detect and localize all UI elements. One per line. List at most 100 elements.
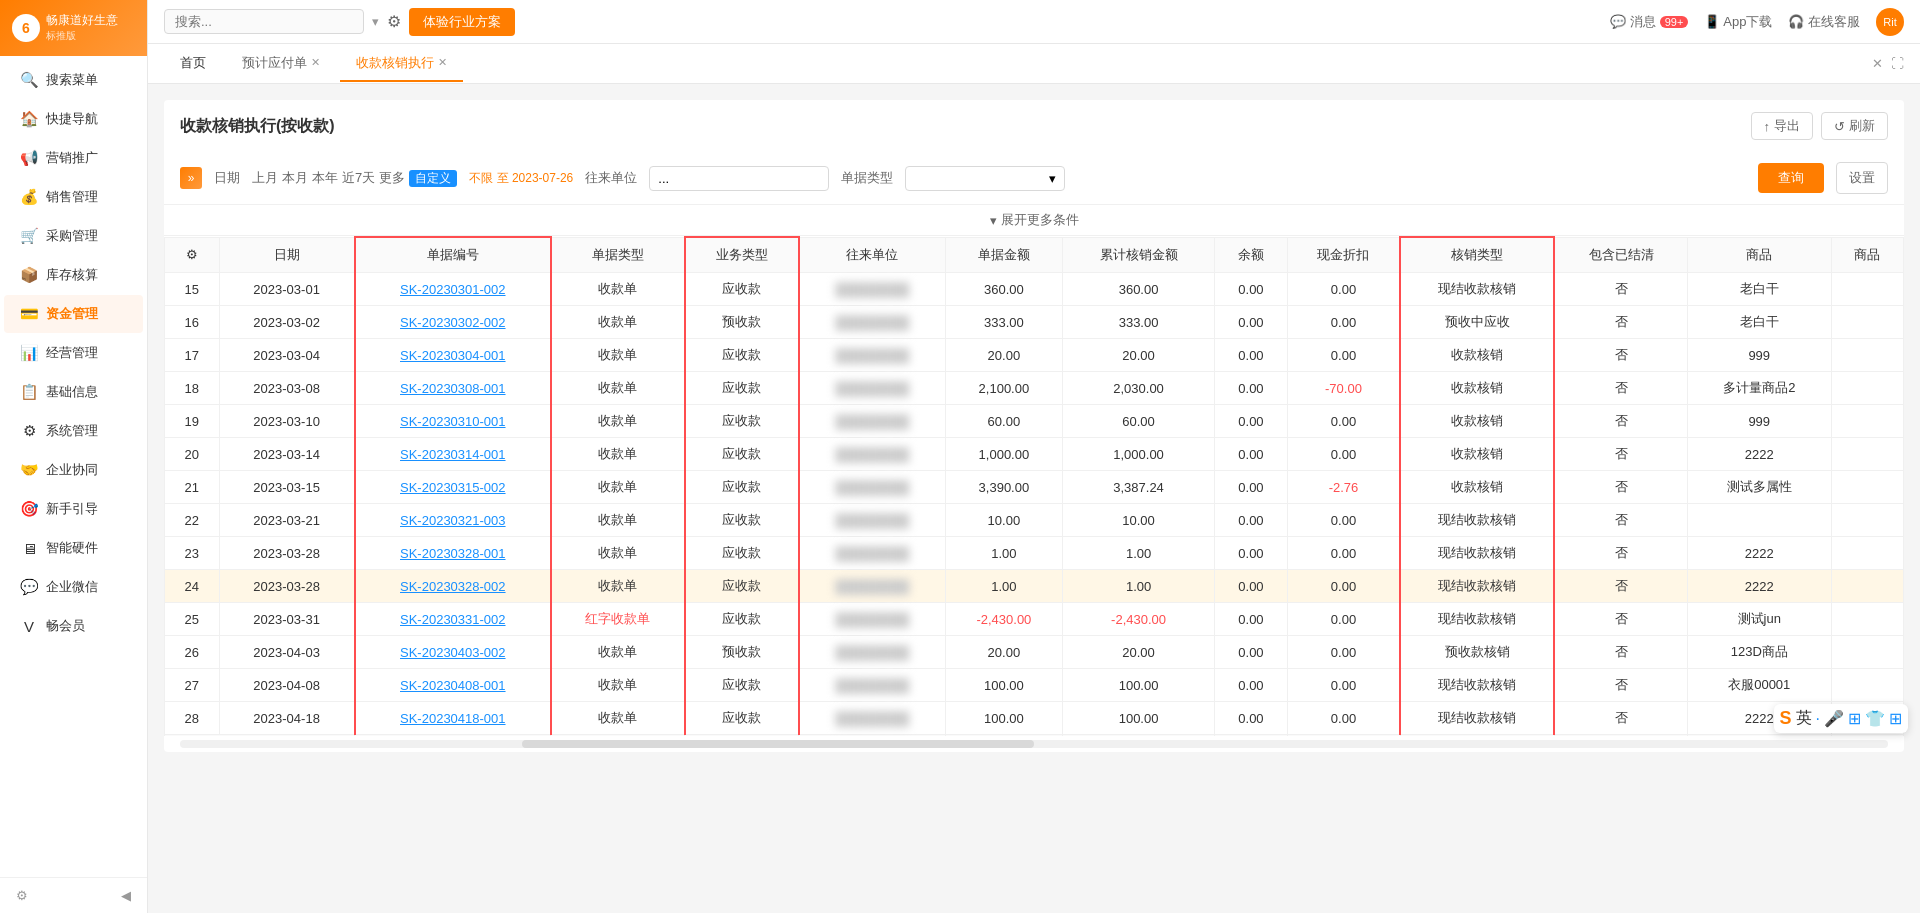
float-text-btn[interactable]: 英 (1796, 708, 1812, 729)
row-doc-no[interactable]: SK-20230418-001 (355, 702, 551, 735)
filter-counterpart-input[interactable]: ... (649, 166, 829, 191)
row-doc-type: 红字收款单 (551, 603, 685, 636)
filter-last7[interactable]: 近7天 (342, 169, 375, 187)
row-idx: 21 (165, 471, 220, 504)
app-download-link[interactable]: 📱 App下载 (1704, 13, 1772, 31)
filter-expand-btn[interactable]: » (180, 167, 202, 189)
scrollbar-thumb[interactable] (522, 740, 1034, 748)
messages-area[interactable]: 💬 消息 99+ (1610, 13, 1689, 31)
float-apps-btn[interactable]: ⊞ (1889, 709, 1902, 728)
tab-close-all-icon[interactable]: ✕ (1872, 56, 1883, 71)
float-s-btn[interactable]: S (1780, 708, 1792, 729)
topbar-dropdown-icon[interactable]: ▾ (372, 14, 379, 29)
trial-btn[interactable]: 体验行业方案 (409, 8, 515, 36)
doc-no-link[interactable]: SK-20230418-001 (400, 711, 506, 726)
row-goods: 123D商品 (1687, 636, 1831, 669)
row-doc-no[interactable]: SK-20230408-001 (355, 669, 551, 702)
row-doc-no[interactable]: SK-20230321-003 (355, 504, 551, 537)
doc-no-link[interactable]: SK-20230315-002 (400, 480, 506, 495)
sidebar-item-basic[interactable]: 📋 基础信息 (4, 373, 143, 411)
filter-this-month[interactable]: 本月 (282, 169, 308, 187)
filter-custom-btn[interactable]: 自定义 (409, 170, 457, 187)
doc-no-link[interactable]: SK-20230403-002 (400, 645, 506, 660)
topbar-search-input[interactable] (164, 9, 364, 34)
row-verify-type: 预收款核销 (1400, 636, 1554, 669)
row-verify-type: 现结收款核销 (1400, 273, 1554, 306)
row-verify-type: 现结收款核销 (1400, 702, 1554, 735)
float-dot-btn[interactable]: · (1816, 710, 1820, 728)
sidebar-item-system[interactable]: ⚙ 系统管理 (4, 412, 143, 450)
row-doc-no[interactable]: SK-20230304-001 (355, 339, 551, 372)
tab-pre-receivable-close[interactable]: ✕ (311, 56, 320, 69)
tab-collection-verify[interactable]: 收款核销执行 ✕ (340, 46, 463, 82)
refresh-btn[interactable]: ↺ 刷新 (1821, 112, 1888, 140)
sidebar-settings-icon[interactable]: ⚙ (16, 888, 28, 903)
table-scroll[interactable]: ⚙ 日期 单据编号 单据类型 业务类型 往来单位 单据金额 累计核销金额 余额 … (164, 236, 1904, 736)
row-doc-no[interactable]: SK-20230331-002 (355, 603, 551, 636)
sidebar-item-guide[interactable]: 🎯 新手引导 (4, 490, 143, 528)
filter-receipt-type-select[interactable]: ▾ (905, 166, 1065, 191)
float-mic-btn[interactable]: 🎤 (1824, 709, 1844, 728)
row-doc-no[interactable]: SK-20230310-001 (355, 405, 551, 438)
tab-pre-receivable[interactable]: 预计应付单 ✕ (226, 46, 336, 82)
row-balance: 0.00 (1215, 669, 1287, 702)
row-doc-no[interactable]: SK-20230301-002 (355, 273, 551, 306)
row-doc-no[interactable]: SK-20230314-001 (355, 438, 551, 471)
expand-conditions-bar[interactable]: ▾ 展开更多条件 (164, 205, 1904, 236)
total-cell-2 (355, 735, 551, 737)
sidebar-item-operation[interactable]: 📊 经营管理 (4, 334, 143, 372)
sidebar-item-finance[interactable]: 💳 资金管理 (4, 295, 143, 333)
sidebar-item-search[interactable]: 🔍 搜索菜单 (4, 61, 143, 99)
topbar-gear-icon[interactable]: ⚙ (387, 12, 401, 31)
tab-home[interactable]: 首页 (164, 46, 222, 82)
row-doc-no[interactable]: SK-20230403-002 (355, 636, 551, 669)
row-doc-no[interactable]: SK-20230302-002 (355, 306, 551, 339)
doc-no-link[interactable]: SK-20230304-001 (400, 348, 506, 363)
row-biz-type: 应收款 (685, 273, 799, 306)
tab-expand-icon[interactable]: ⛶ (1891, 56, 1904, 71)
doc-no-link[interactable]: SK-20230408-001 (400, 678, 506, 693)
row-doc-no[interactable]: SK-20230315-002 (355, 471, 551, 504)
user-avatar[interactable]: Rit (1876, 8, 1904, 36)
doc-no-link[interactable]: SK-20230331-002 (400, 612, 506, 627)
sidebar-item-marketing[interactable]: 📢 营销推广 (4, 139, 143, 177)
doc-no-link[interactable]: SK-20230310-001 (400, 414, 506, 429)
filter-settings-btn[interactable]: 设置 (1836, 162, 1888, 194)
tabs-bar: 首页 预计应付单 ✕ 收款核销执行 ✕ ✕ ⛶ (148, 44, 1920, 84)
filter-this-year[interactable]: 本年 (312, 169, 338, 187)
doc-no-link[interactable]: SK-20230321-003 (400, 513, 506, 528)
online-service-link[interactable]: 🎧 在线客服 (1788, 13, 1860, 31)
row-doc-no[interactable]: SK-20230328-002 (355, 570, 551, 603)
row-doc-no[interactable]: SK-20230328-001 (355, 537, 551, 570)
sidebar-item-member[interactable]: V 畅会员 (4, 607, 143, 645)
sidebar-item-wechat[interactable]: 💬 企业微信 (4, 568, 143, 606)
col-header-gear[interactable]: ⚙ (165, 237, 220, 273)
sidebar-item-inventory[interactable]: 📦 库存核算 (4, 256, 143, 294)
sidebar-item-quick-nav[interactable]: 🏠 快捷导航 (4, 100, 143, 138)
filter-last-month[interactable]: 上月 (252, 169, 278, 187)
doc-no-link[interactable]: SK-20230328-001 (400, 546, 506, 561)
horizontal-scrollbar[interactable] (180, 740, 1888, 748)
tab-collection-verify-close[interactable]: ✕ (438, 56, 447, 69)
doc-no-link[interactable]: SK-20230301-002 (400, 282, 506, 297)
float-grid-btn[interactable]: ⊞ (1848, 709, 1861, 728)
sidebar-item-label: 新手引导 (46, 500, 98, 518)
sidebar-collapse-icon[interactable]: ◀ (121, 888, 131, 903)
export-btn[interactable]: ↑ 导出 (1751, 112, 1814, 140)
sidebar-item-enterprise[interactable]: 🤝 企业协同 (4, 451, 143, 489)
sidebar-item-purchase[interactable]: 🛒 采购管理 (4, 217, 143, 255)
doc-no-link[interactable]: SK-20230328-002 (400, 579, 506, 594)
doc-no-link[interactable]: SK-20230308-001 (400, 381, 506, 396)
row-counterpart: ████████ (799, 570, 946, 603)
query-btn[interactable]: 查询 (1758, 163, 1824, 193)
sidebar-item-hardware[interactable]: 🖥 智能硬件 (4, 529, 143, 567)
wechat-icon: 💬 (20, 578, 38, 596)
row-doc-no[interactable]: SK-20230308-001 (355, 372, 551, 405)
float-shirt-btn[interactable]: 👕 (1865, 709, 1885, 728)
row-counterpart: ████████ (799, 669, 946, 702)
doc-no-link[interactable]: SK-20230314-001 (400, 447, 506, 462)
doc-no-link[interactable]: SK-20230302-002 (400, 315, 506, 330)
sidebar-item-sales[interactable]: 💰 销售管理 (4, 178, 143, 216)
row-counterpart: ████████ (799, 306, 946, 339)
filter-more[interactable]: 更多 (379, 169, 405, 187)
